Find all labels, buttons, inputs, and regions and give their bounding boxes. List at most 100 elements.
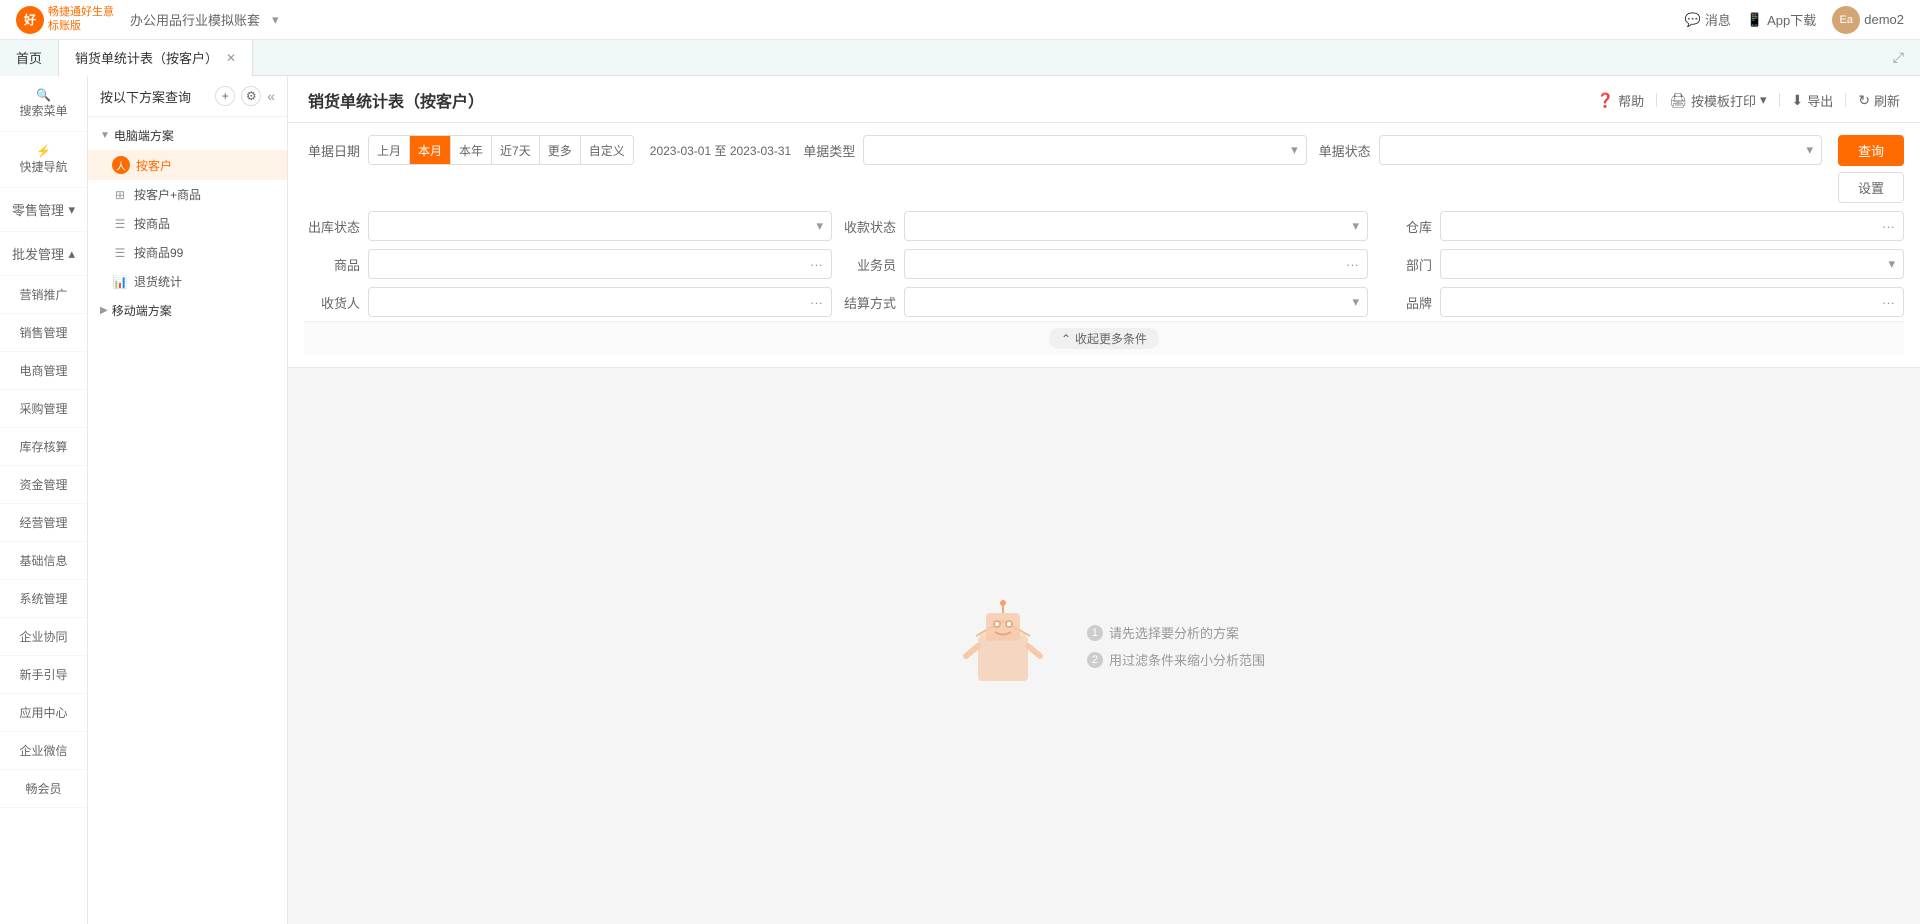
- settings-scheme-btn[interactable]: ⚙: [241, 86, 261, 106]
- sidebar-item-ecommerce[interactable]: 电商管理: [0, 352, 87, 390]
- tab-home[interactable]: 首页: [0, 40, 59, 76]
- sidebar-item-onboarding[interactable]: 新手引导: [0, 656, 87, 694]
- brand-dots: ···: [1882, 295, 1895, 310]
- page-title: 销货单统计表（按客户）: [308, 88, 484, 112]
- doc-type-label: 单据类型: [799, 141, 855, 160]
- add-scheme-btn[interactable]: +: [215, 86, 235, 106]
- sidebar-item-wholesale[interactable]: 批发管理 ▴: [0, 232, 87, 276]
- collapse-btn[interactable]: ⌃ 收起更多条件: [1049, 328, 1159, 349]
- sales-stat-tab-label: 销货单统计表（按客户）: [75, 48, 218, 67]
- doc-status-select[interactable]: ▾: [1379, 135, 1822, 165]
- date-label: 单据日期: [304, 141, 360, 160]
- divider-1: [1656, 93, 1657, 107]
- sidebar-item-purchase[interactable]: 采购管理: [0, 390, 87, 428]
- left-panel-actions: + ⚙ «: [215, 86, 275, 106]
- sidebar-item-operations[interactable]: 经营管理: [0, 504, 87, 542]
- top-header: 好 畅捷通好生意 标账版 办公用品行业模拟账套 ▾ 💬 消息 📱 App下载 E…: [0, 0, 1920, 40]
- tab-sales-stat[interactable]: 销货单统计表（按客户） ✕: [59, 40, 253, 76]
- avatar: Ea: [1832, 6, 1860, 34]
- logo-icon: 好: [16, 6, 44, 34]
- department-label: 部门: [1376, 255, 1432, 274]
- product-dots: ···: [810, 257, 823, 272]
- query-buttons: 查询 设置: [1830, 135, 1904, 203]
- sidebar-item-enterprise[interactable]: 企业协同: [0, 618, 87, 656]
- tree-item-return-stats[interactable]: 📊 退货统计: [88, 267, 287, 296]
- warehouse-select[interactable]: ···: [1440, 211, 1904, 241]
- tree-item-by-product-99[interactable]: ☰ 按商品99: [88, 238, 287, 267]
- sidebar-item-appcenter[interactable]: 应用中心: [0, 694, 87, 732]
- left-panel-title: 按以下方案查询: [100, 87, 191, 106]
- export-btn[interactable]: ⬇ 导出: [1792, 91, 1834, 110]
- content-area: 销货单统计表（按客户） ❓ 帮助 🖨 按模板打印 ▾ ⬇ 导出: [288, 76, 1920, 924]
- tree-item-by-customer[interactable]: 人 按客户: [88, 150, 287, 180]
- home-tab-label: 首页: [16, 48, 42, 67]
- collapse-icon: ⌃: [1061, 332, 1071, 346]
- date-this-month[interactable]: 本月: [410, 136, 451, 164]
- message-icon: 💬: [1685, 12, 1701, 28]
- collapse-panel-btn[interactable]: «: [267, 88, 275, 104]
- messages-btn[interactable]: 💬 消息: [1685, 10, 1731, 29]
- out-status-select[interactable]: ▾: [368, 211, 832, 241]
- date-this-year[interactable]: 本年: [451, 136, 492, 164]
- list-icon: ☰: [112, 216, 128, 232]
- date-last-7-days[interactable]: 近7天: [492, 136, 540, 164]
- header-dropdown-icon[interactable]: ▾: [272, 12, 279, 28]
- date-custom[interactable]: 自定义: [581, 136, 633, 164]
- doc-type-select[interactable]: ▾: [863, 135, 1306, 165]
- sidebar-item-finance[interactable]: 资金管理: [0, 466, 87, 504]
- tree-group-mobile-header[interactable]: ▶ 移动端方案: [88, 296, 287, 325]
- tab-close-icon[interactable]: ✕: [226, 51, 236, 65]
- product-select[interactable]: ···: [368, 249, 832, 279]
- salesperson-label: 业务员: [840, 255, 896, 274]
- consignee-select[interactable]: ···: [368, 287, 832, 317]
- date-filter: 上月 本月 本年 近7天 更多 自定义: [368, 135, 634, 165]
- user-profile-btn[interactable]: Ea demo2: [1832, 6, 1904, 34]
- tree-item-by-product[interactable]: ☰ 按商品: [88, 209, 287, 238]
- print-dropdown-icon[interactable]: ▾: [1760, 92, 1767, 108]
- payment-select[interactable]: ▾: [904, 287, 1368, 317]
- tree-group-desktop-header[interactable]: ▼ 电脑端方案: [88, 121, 287, 150]
- print-btn[interactable]: 🖨 按模板打印 ▾: [1669, 91, 1766, 110]
- sidebar-quick-nav[interactable]: ⚡ 快捷导航: [0, 132, 87, 188]
- sidebar-item-member[interactable]: 畅会员: [0, 770, 87, 808]
- sidebar: 🔍 搜索菜单 ⚡ 快捷导航 零售管理 ▾ 批发管理 ▴ 营销推广 销售管理 电商…: [0, 76, 88, 924]
- receipt-status-select[interactable]: ▾: [904, 211, 1368, 241]
- date-last-month[interactable]: 上月: [369, 136, 410, 164]
- search-icon: 🔍: [8, 88, 79, 102]
- empty-illustration: [943, 586, 1063, 706]
- salesperson-select[interactable]: ···: [904, 249, 1368, 279]
- page-actions: ❓ 帮助 🖨 按模板打印 ▾ ⬇ 导出 ↻ 刷新: [1597, 91, 1900, 110]
- tab-bar: 首页 销货单统计表（按客户） ✕ ⤢: [0, 40, 1920, 76]
- refresh-icon: ↻: [1858, 92, 1870, 109]
- sidebar-item-system[interactable]: 系统管理: [0, 580, 87, 618]
- tree-item-by-customer-product[interactable]: ⊞ 按客户+商品: [88, 180, 287, 209]
- brand-select[interactable]: ···: [1440, 287, 1904, 317]
- doc-status-label: 单据状态: [1315, 141, 1371, 160]
- refresh-btn[interactable]: ↻ 刷新: [1858, 91, 1900, 110]
- product-label: 商品: [304, 255, 360, 274]
- sidebar-item-sales[interactable]: 销售管理: [0, 314, 87, 352]
- date-more[interactable]: 更多: [540, 136, 581, 164]
- sidebar-item-marketing[interactable]: 营销推广: [0, 276, 87, 314]
- quick-nav-icon: ⚡: [8, 144, 79, 158]
- help-btn[interactable]: ❓ 帮助: [1597, 91, 1644, 110]
- hint-num-1: 1: [1087, 625, 1103, 641]
- header-left: 好 畅捷通好生意 标账版 办公用品行业模拟账套 ▾: [16, 6, 279, 34]
- out-status-label: 出库状态: [304, 217, 360, 236]
- settings-btn[interactable]: 设置: [1838, 172, 1904, 203]
- doc-status-arrow-icon: ▾: [1806, 142, 1813, 158]
- sidebar-search[interactable]: 🔍 搜索菜单: [0, 76, 87, 132]
- sidebar-item-weixin[interactable]: 企业微信: [0, 732, 87, 770]
- query-btn[interactable]: 查询: [1838, 135, 1904, 166]
- tab-maximize-btn[interactable]: ⤢: [1885, 49, 1912, 66]
- logo-area: 好 畅捷通好生意 标账版: [16, 6, 114, 34]
- sidebar-item-retail[interactable]: 零售管理 ▾: [0, 188, 87, 232]
- doc-type-arrow-icon: ▾: [1291, 142, 1298, 158]
- date-range-text: 2023-03-01 至 2023-03-31: [650, 142, 791, 159]
- sidebar-item-basics[interactable]: 基础信息: [0, 542, 87, 580]
- app-download-btn[interactable]: 📱 App下载: [1747, 10, 1816, 29]
- empty-hint-2: 2 用过滤条件来缩小分析范围: [1087, 650, 1265, 669]
- sidebar-item-inventory[interactable]: 库存核算: [0, 428, 87, 466]
- department-select[interactable]: ▾: [1440, 249, 1904, 279]
- export-icon: ⬇: [1792, 92, 1804, 109]
